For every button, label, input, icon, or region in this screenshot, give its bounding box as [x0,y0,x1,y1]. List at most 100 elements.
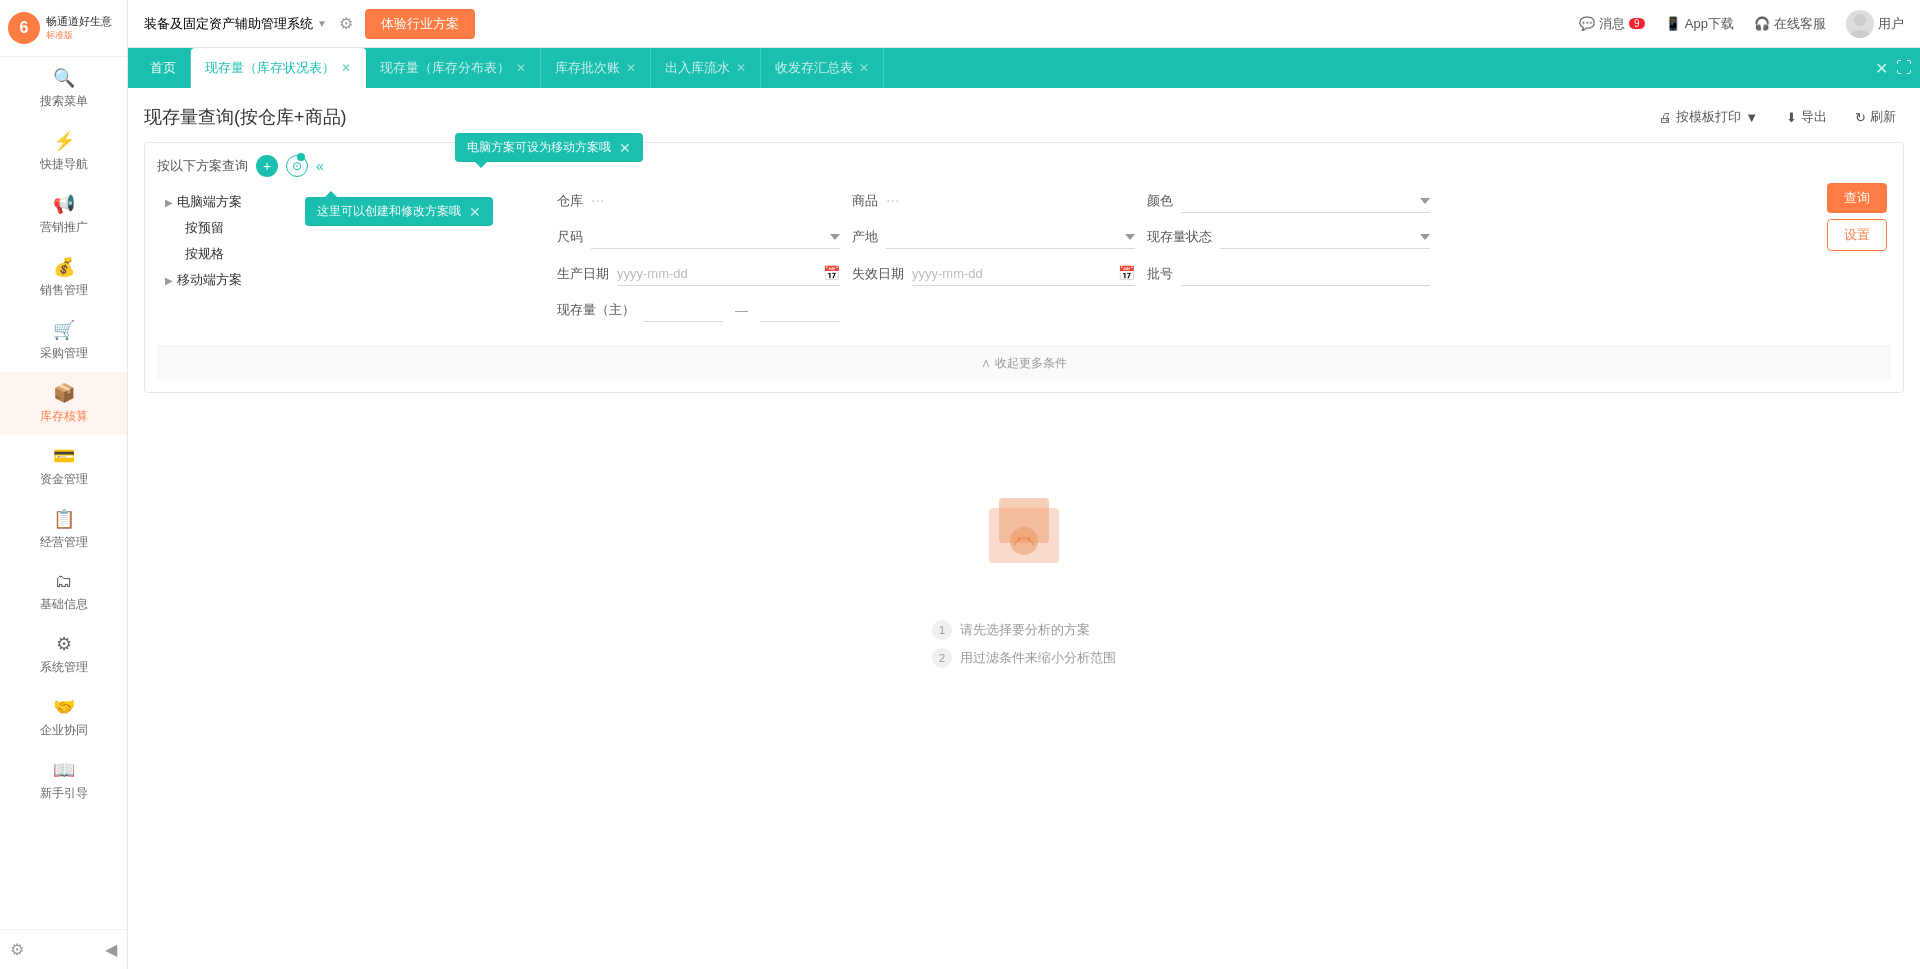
collapse-sidebar-icon[interactable]: ◀ [105,940,117,959]
print-template-label: 按模板打印 [1676,108,1741,126]
stock-status-select[interactable] [1220,225,1430,249]
refresh-icon: ↻ [1855,110,1866,125]
sales-icon: 💰 [53,256,75,278]
empty-state: 1 请先选择要分析的方案 2 用过滤条件来缩小分析范围 [144,393,1904,748]
sidebar-item-system[interactable]: ⚙系统管理 [0,623,127,686]
tab-0[interactable]: 首页 [136,48,191,88]
tab-1-close[interactable]: ✕ [341,61,351,75]
online-support-button[interactable]: 🎧 在线客服 [1754,15,1826,33]
schema-tree-item-mobile[interactable]: ▶ 移动端方案 [157,267,341,293]
set-button[interactable]: 设置 [1827,219,1887,251]
filter-row-2: 尺码 产地 现存量状态 [557,225,1430,249]
warehouse-label: 仓库 [557,192,583,210]
topbar-right: 💬 消息 9 📱 App下载 🎧 在线客服 用户 [1579,10,1904,38]
sidebar-item-basic[interactable]: 🗂基础信息 [0,561,127,623]
batch-input[interactable] [1181,262,1430,286]
query-button[interactable]: 查询 [1827,183,1887,213]
collapse-bar[interactable]: ∧ 收起更多条件 [157,346,1891,380]
stock-main-label: 现存量（主） [557,301,635,319]
spec-label: 按规格 [185,245,224,263]
size-cell: 尺码 [557,225,840,249]
page-content: 现存量查询(按仓库+商品) 🖨 按模板打印 ▼ ⬇ 导出 ↻ 刷新 [128,88,1920,969]
sidebar-item-sales[interactable]: 💰 销售管理 [0,246,127,309]
system-label: 系统管理 [40,659,88,676]
origin-select[interactable] [886,225,1135,249]
filter-add-button[interactable]: + [256,155,278,177]
stock-main-from-input[interactable] [643,298,723,322]
tab-3-close[interactable]: ✕ [626,61,636,75]
user-menu[interactable]: 用户 [1846,10,1904,38]
pc-schema-arrow: ▶ [165,197,173,208]
main-content: 装备及固定资产辅助管理系统 ▼ ⚙ 体验行业方案 💬 消息 9 📱 App下载 … [128,0,1920,969]
step1-text: 请先选择要分析的方案 [960,621,1090,639]
tab-2[interactable]: 现存量（库存分布表）✕ [366,48,541,88]
sales-label: 销售管理 [40,282,88,299]
empty-step-1: 1 请先选择要分析的方案 [932,620,1116,640]
settings-footer-icon[interactable]: ⚙ [10,940,24,959]
filter-copy-button[interactable]: ⊙ [286,155,308,177]
goods-dots[interactable]: ··· [886,192,899,210]
expiry-date-placeholder: yyyy-mm-dd [912,266,983,281]
guide-label: 新手引导 [40,785,88,802]
sidebar-item-purchase[interactable]: 🛒采购管理 [0,309,127,372]
message-button[interactable]: 💬 消息 9 [1579,15,1645,33]
app-download-button[interactable]: 📱 App下载 [1665,15,1734,33]
user-label: 用户 [1878,15,1904,33]
tab-4-close[interactable]: ✕ [736,61,746,75]
print-template-button[interactable]: 🖨 按模板打印 ▼ [1651,104,1766,130]
empty-step-2: 2 用过滤条件来缩小分析范围 [932,648,1116,668]
prod-date-placeholder: yyyy-mm-dd [617,266,688,281]
warehouse-dots[interactable]: ··· [591,192,604,210]
query-actions: 查询 设置 [1827,183,1887,251]
system-name-text: 装备及固定资产辅助管理系统 [144,15,313,33]
sidebar-item-enterprise[interactable]: 🤝企业协同 [0,686,127,749]
refresh-button[interactable]: ↻ 刷新 [1847,104,1904,130]
sidebar: 6 畅通道好生意 标准版 🔍搜索菜单⚡快捷导航📢营销推广💰销售管理🛒采购管理📦库… [0,0,128,969]
tooltip1-close[interactable]: ✕ [619,140,631,156]
operations-icon: 📋 [53,508,75,530]
origin-label: 产地 [852,228,878,246]
toolbar-actions: 🖨 按模板打印 ▼ ⬇ 导出 ↻ 刷新 [1651,104,1904,130]
filter-section-label: 按以下方案查询 [157,157,248,175]
tooltip2-close[interactable]: ✕ [469,204,481,220]
quick-icon: ⚡ [53,130,75,152]
export-button[interactable]: ⬇ 导出 [1778,104,1835,130]
basic-icon: 🗂 [55,571,73,592]
sidebar-item-finance[interactable]: 💳资金管理 [0,435,127,498]
sidebar-item-search[interactable]: 🔍搜索菜单 [0,57,127,120]
empty-illustration [964,473,1084,596]
sidebar-item-quick[interactable]: ⚡快捷导航 [0,120,127,183]
size-select[interactable] [591,225,840,249]
expiry-date-label: 失效日期 [852,265,904,283]
fullscreen-button[interactable]: ⛶ [1896,59,1912,78]
sidebar-item-marketing[interactable]: 📢营销推广 [0,183,127,246]
close-all-tabs-button[interactable]: ✕ [1875,59,1888,78]
tab-5[interactable]: 收发存汇总表✕ [761,48,884,88]
tab-3-label: 库存批次账 [555,59,620,77]
topbar: 装备及固定资产辅助管理系统 ▼ ⚙ 体验行业方案 💬 消息 9 📱 App下载 … [128,0,1920,48]
trial-button[interactable]: 体验行业方案 [365,9,475,39]
tab-2-close[interactable]: ✕ [516,61,526,75]
prod-date-calendar-icon: 📅 [823,265,840,281]
headset-icon: 🎧 [1754,16,1770,31]
app-download-label: App下载 [1685,15,1734,33]
expiry-date-input[interactable]: yyyy-mm-dd 📅 [912,261,1135,286]
sidebar-item-inventory[interactable]: 📦库存核算 [0,372,127,435]
tab-3[interactable]: 库存批次账 ✕ [541,48,651,88]
tab-4[interactable]: 出入库流水✕ [651,48,761,88]
sidebar-item-guide[interactable]: 📖新手引导 [0,749,127,812]
filter-back-button[interactable]: « [316,158,324,174]
system-name-selector[interactable]: 装备及固定资产辅助管理系统 ▼ [144,15,327,33]
stock-main-to-input[interactable] [760,298,840,322]
sidebar-item-operations[interactable]: 📋经营管理 [0,498,127,561]
svg-point-1 [1850,30,1870,38]
topbar-settings-icon[interactable]: ⚙ [339,14,353,33]
collapse-text: 收起更多条件 [995,356,1067,370]
prod-date-input[interactable]: yyyy-mm-dd 📅 [617,261,840,286]
tab-1[interactable]: 现存量（库存状况表）✕ [191,48,366,88]
tab-5-close[interactable]: ✕ [859,61,869,75]
color-label: 颜色 [1147,192,1173,210]
color-select[interactable] [1181,189,1430,213]
schema-item-spec[interactable]: 按规格 [177,241,341,267]
svg-point-4 [1010,527,1038,555]
